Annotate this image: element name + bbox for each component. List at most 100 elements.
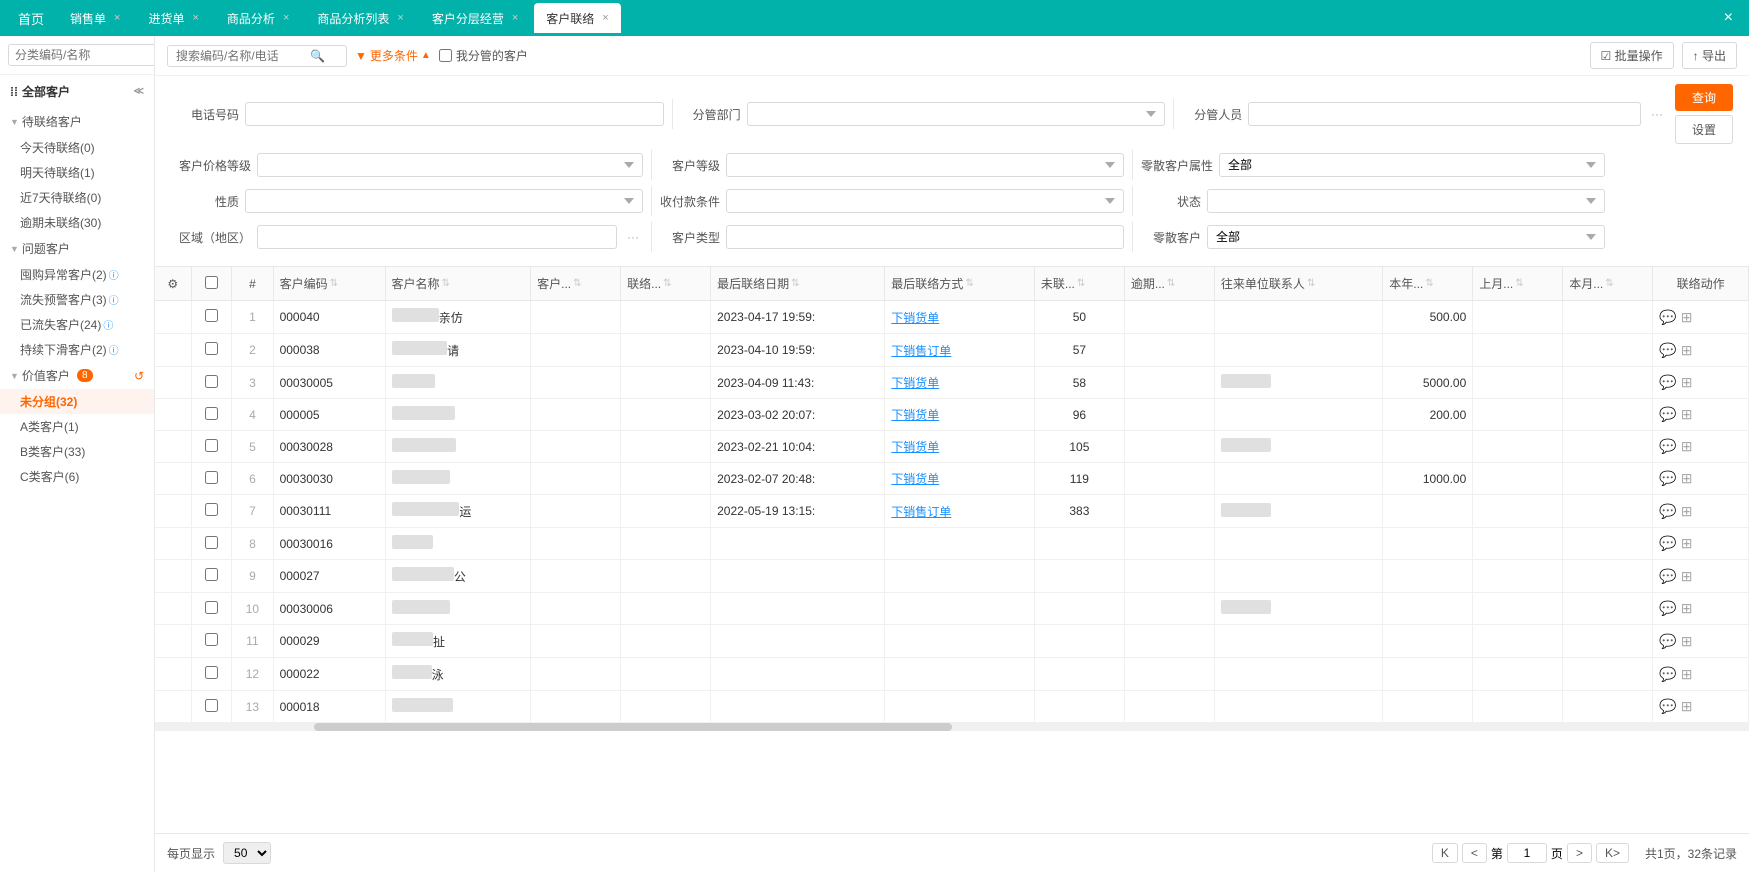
chat-icon[interactable]: 💬 — [1659, 568, 1676, 585]
chat-icon[interactable]: 💬 — [1659, 470, 1676, 487]
col-contact[interactable]: 联络...⇅ — [621, 267, 711, 301]
col-inter-contact[interactable]: 往来单位联系人⇅ — [1214, 267, 1382, 301]
nav-tab-home[interactable]: 首页 — [8, 5, 54, 32]
grid-icon[interactable]: ⊞ — [1681, 568, 1693, 585]
reset-btn[interactable]: 设置 — [1675, 115, 1733, 144]
sidebar-item-tomorrow-pending[interactable]: 明天待联络(1) — [0, 160, 154, 185]
sidebar-item-today-pending[interactable]: 今天待联络(0) — [0, 135, 154, 160]
td-checkbox[interactable] — [191, 431, 232, 463]
row-checkbox[interactable] — [205, 503, 218, 516]
close-product-analysis[interactable]: × — [283, 12, 289, 24]
export-btn[interactable]: ↑ 导出 — [1682, 42, 1737, 69]
col-last-date[interactable]: 最后联络日期⇅ — [711, 267, 885, 301]
td-checkbox[interactable] — [191, 691, 232, 723]
my-customers-check[interactable] — [439, 49, 452, 62]
chat-icon[interactable]: 💬 — [1659, 309, 1676, 326]
sidebar-item-week-pending[interactable]: 近7天待联络(0) — [0, 185, 154, 210]
dept-select[interactable] — [747, 102, 1166, 126]
zero-customer-select[interactable]: 全部 — [1207, 225, 1605, 249]
close-customer-contact[interactable]: × — [602, 12, 608, 24]
grid-icon[interactable]: ⊞ — [1681, 503, 1693, 520]
search-icon[interactable]: 🔍 — [310, 49, 325, 63]
row-checkbox[interactable] — [205, 633, 218, 646]
td-checkbox[interactable] — [191, 399, 232, 431]
nav-tab-product-analysis[interactable]: 商品分析 × — [215, 3, 301, 33]
contact-method-link[interactable]: 下销货单 — [891, 472, 939, 486]
my-customers-checkbox[interactable]: 我分管的客户 — [439, 47, 528, 64]
row-checkbox[interactable] — [205, 342, 218, 355]
window-close-button[interactable]: × — [1716, 9, 1741, 27]
row-checkbox[interactable] — [205, 536, 218, 549]
sidebar-item-c-class[interactable]: C类客户(6) — [0, 464, 154, 489]
chat-icon[interactable]: 💬 — [1659, 342, 1676, 359]
last-page-btn[interactable]: K> — [1596, 843, 1629, 863]
query-btn[interactable]: 查询 — [1675, 84, 1733, 111]
sidebar-item-declining[interactable]: 持续下滑客户(2) ⓘ — [0, 337, 154, 362]
customer-type-input[interactable] — [726, 225, 1124, 249]
close-purchase-order[interactable]: × — [192, 12, 198, 24]
grid-icon[interactable]: ⊞ — [1681, 666, 1693, 683]
row-checkbox[interactable] — [205, 407, 218, 420]
contact-method-link[interactable]: 下销货单 — [891, 408, 939, 422]
td-checkbox[interactable] — [191, 301, 232, 334]
col-this-year[interactable]: 本年...⇅ — [1383, 267, 1473, 301]
contact-method-link[interactable]: 下销货单 — [891, 376, 939, 390]
chat-icon[interactable]: 💬 — [1659, 698, 1676, 715]
col-last-month[interactable]: 上月...⇅ — [1473, 267, 1563, 301]
price-level-select[interactable] — [257, 153, 643, 177]
refresh-icon[interactable]: ↺ — [134, 369, 144, 383]
row-checkbox[interactable] — [205, 601, 218, 614]
page-input[interactable] — [1507, 843, 1547, 863]
prev-page-btn[interactable]: < — [1462, 843, 1487, 863]
row-checkbox[interactable] — [205, 666, 218, 679]
value-customers-section[interactable]: ▼ 价值客户 8 ↺ — [0, 362, 154, 389]
contact-method-link[interactable]: 下销售订单 — [891, 505, 951, 519]
next-page-btn[interactable]: > — [1567, 843, 1592, 863]
sidebar-item-lost[interactable]: 已流失客户(24) ⓘ — [0, 312, 154, 337]
td-checkbox[interactable] — [191, 463, 232, 495]
close-product-analysis-list[interactable]: × — [397, 12, 403, 24]
grid-icon[interactable]: ⊞ — [1681, 342, 1693, 359]
col-no-contact[interactable]: 未联...⇅ — [1034, 267, 1124, 301]
manager-dots[interactable]: ··· — [1647, 107, 1667, 121]
sidebar-item-b-class[interactable]: B类客户(33) — [0, 439, 154, 464]
page-size-select[interactable]: 50 — [223, 842, 271, 864]
chat-icon[interactable]: 💬 — [1659, 406, 1676, 423]
td-checkbox[interactable] — [191, 495, 232, 528]
close-sales-order[interactable]: × — [114, 12, 120, 24]
payment-select[interactable] — [726, 189, 1124, 213]
sidebar-search-input[interactable] — [8, 44, 155, 66]
select-all-checkbox[interactable] — [205, 276, 218, 289]
col-this-month[interactable]: 本月...⇅ — [1563, 267, 1653, 301]
grid-icon[interactable]: ⊞ — [1681, 438, 1693, 455]
contact-method-link[interactable]: 下销售订单 — [891, 344, 951, 358]
status-select[interactable] — [1207, 189, 1605, 213]
chat-icon[interactable]: 💬 — [1659, 503, 1676, 520]
col-name[interactable]: 客户名称⇅ — [385, 267, 531, 301]
nav-tab-customer-contact[interactable]: 客户联络 × — [534, 3, 620, 33]
pending-contact-section[interactable]: ▼ 待联络客户 — [0, 108, 154, 135]
td-checkbox[interactable] — [191, 593, 232, 625]
sidebar-item-abnormal[interactable]: 囤购异常客户(2) ⓘ — [0, 262, 154, 287]
phone-input[interactable] — [245, 102, 664, 126]
col-overdue[interactable]: 逾期...⇅ — [1124, 267, 1214, 301]
customer-level-select[interactable] — [726, 153, 1124, 177]
first-page-btn[interactable]: K — [1432, 843, 1458, 863]
nav-tab-sales-order[interactable]: 销售单 × — [58, 3, 132, 33]
more-conditions-btn[interactable]: ▼ 更多条件 ▲ — [355, 47, 431, 64]
search-input[interactable] — [176, 49, 306, 63]
grid-icon[interactable]: ⊞ — [1681, 698, 1693, 715]
horizontal-scrollbar[interactable] — [155, 723, 1749, 731]
td-checkbox[interactable] — [191, 334, 232, 367]
nav-tab-product-analysis-list[interactable]: 商品分析列表 × — [305, 3, 415, 33]
batch-operations-btn[interactable]: ☑ 批量操作 — [1590, 42, 1674, 69]
grid-icon[interactable]: ⊞ — [1681, 309, 1693, 326]
chat-icon[interactable]: 💬 — [1659, 535, 1676, 552]
scrollbar-thumb[interactable] — [314, 723, 952, 731]
sidebar-item-a-class[interactable]: A类客户(1) — [0, 414, 154, 439]
chat-icon[interactable]: 💬 — [1659, 374, 1676, 391]
td-checkbox[interactable] — [191, 658, 232, 691]
gender-select[interactable] — [245, 189, 643, 213]
chat-icon[interactable]: 💬 — [1659, 600, 1676, 617]
col-select-all[interactable] — [191, 267, 232, 301]
